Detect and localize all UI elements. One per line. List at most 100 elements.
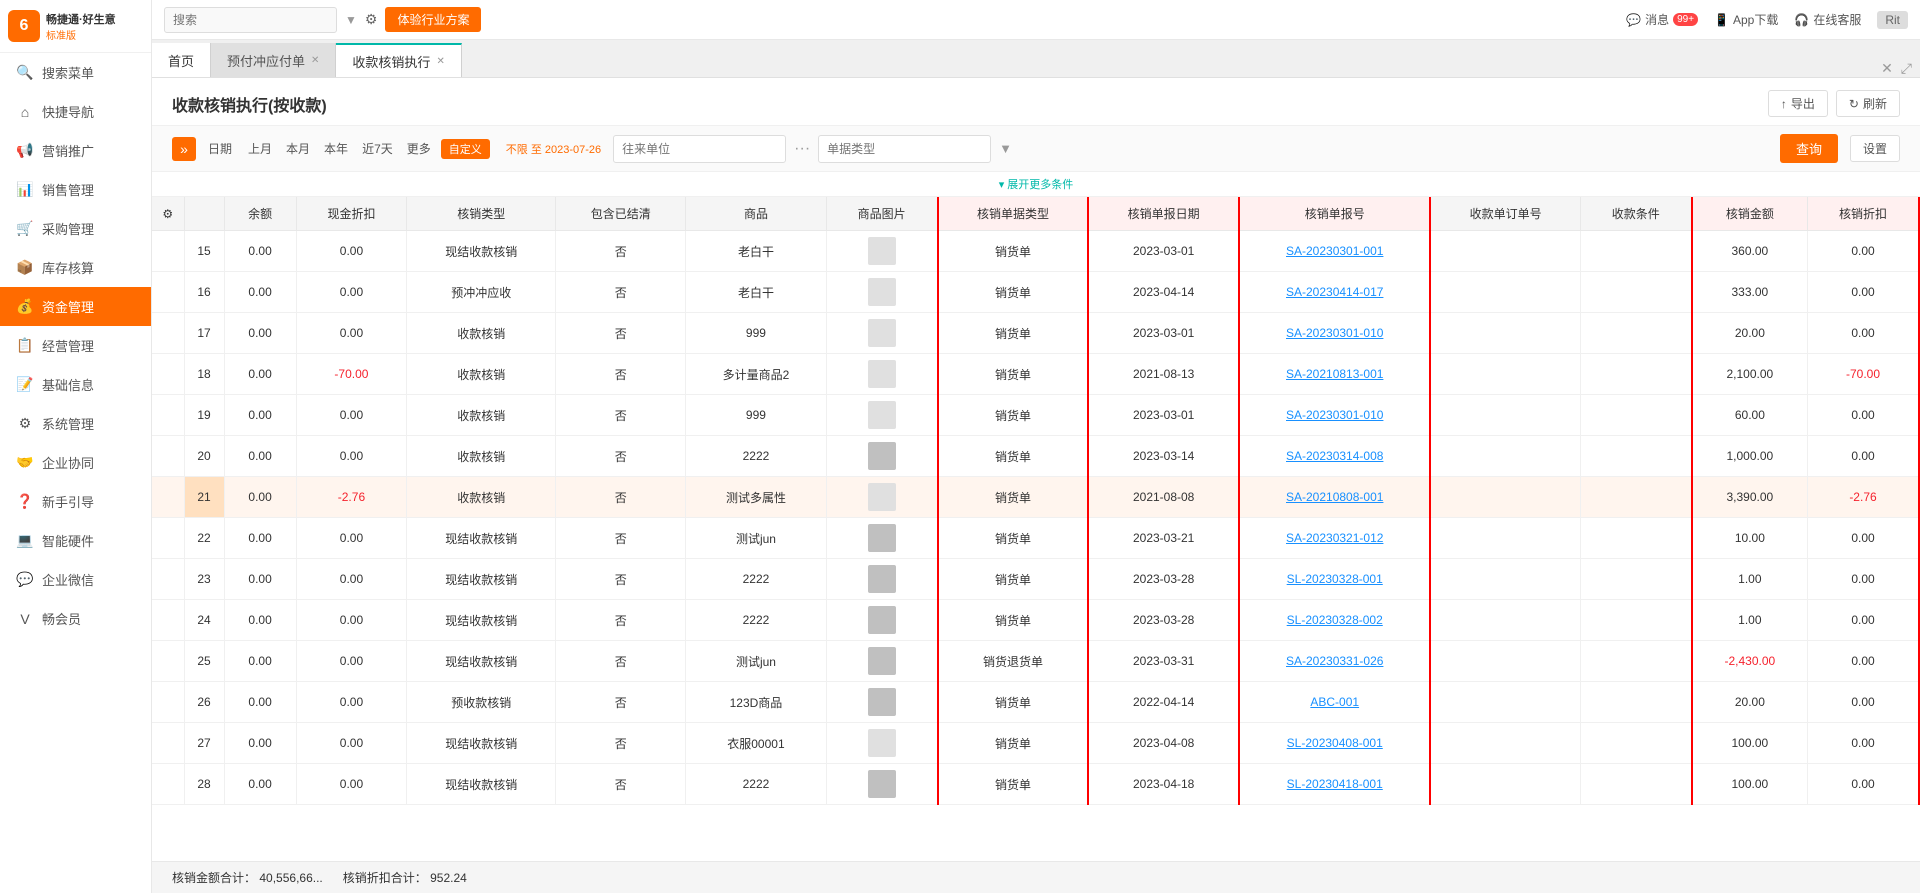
app-download-label: App下载 [1733,11,1778,28]
sidebar-item-member[interactable]: V畅会员 [0,599,151,638]
sidebar-item-inventory[interactable]: 📦库存核算 [0,248,151,287]
td-verify-bill-no[interactable]: SL-20230328-001 [1239,559,1430,600]
bill-no-link[interactable]: SA-20230301-010 [1286,408,1383,422]
tab-label-receipt: 收款核销执行 [352,52,430,71]
bill-no-link[interactable]: SL-20230328-001 [1287,572,1383,586]
bill-no-link[interactable]: ABC-001 [1310,695,1359,709]
sidebar-item-marketing[interactable]: 📢营销推广 [0,131,151,170]
user-avatar[interactable]: Rit [1877,11,1908,29]
tab-home[interactable]: 首页 [152,43,211,77]
bill-no-link[interactable]: SA-20210808-001 [1286,490,1383,504]
td-verify-bill-type: 销货单 [938,682,1089,723]
td-verify-bill-no[interactable]: SA-20230314-008 [1239,436,1430,477]
td-cash-discount: 0.00 [296,313,407,354]
tab-receipt[interactable]: 收款核销执行 ✕ [336,43,461,77]
bill-no-link[interactable]: SA-20230301-001 [1286,244,1383,258]
td-gear [152,723,184,764]
export-button[interactable]: ↑ 导出 [1768,90,1828,117]
top-bar-gear-icon[interactable]: ⚙ [365,11,378,28]
td-seq: 18 [184,354,224,395]
td-seq: 25 [184,641,224,682]
expand-tab-icon[interactable]: ⤢ [1901,60,1912,77]
app-download-item[interactable]: 📱 App下载 [1714,11,1778,28]
goods-image-thumb [868,401,896,429]
sidebar-item-enterprise[interactable]: 🤝企业协同 [0,443,151,482]
td-verify-bill-no[interactable]: SA-20210813-001 [1239,354,1430,395]
settings-button[interactable]: 设置 [1850,135,1900,162]
td-verify-bill-no[interactable]: SL-20230418-001 [1239,764,1430,805]
sidebar-item-basicinfo[interactable]: 📝基础信息 [0,365,151,404]
td-verify-bill-no[interactable]: SL-20230328-002 [1239,600,1430,641]
bill-no-link[interactable]: SA-20230301-010 [1286,326,1383,340]
sidebar-item-shortcut[interactable]: ⌂快捷导航 [0,92,151,131]
th-gear[interactable]: ⚙ [152,197,184,231]
td-goods: 测试jun [686,518,827,559]
dropdown-arrow-icon[interactable]: ▼ [345,13,357,27]
bill-no-link[interactable]: SL-20230408-001 [1287,736,1383,750]
date-last-month[interactable]: 上月 [244,138,276,159]
sidebar: 6 畅捷通·好生意 标准版 🔍搜索菜单⌂快捷导航📢营销推广📊销售管理🛒采购管理📦… [0,0,152,893]
td-verify-bill-no[interactable]: SA-20230321-012 [1239,518,1430,559]
message-item[interactable]: 💬 消息 99+ [1626,11,1698,28]
table-row: 28 0.00 0.00 现结收款核销 否 2222 销货单 2023-04-1… [152,764,1919,805]
td-verify-bill-date: 2023-04-14 [1088,272,1239,313]
td-verify-bill-no[interactable]: ABC-001 [1239,682,1430,723]
single-type-input[interactable] [818,135,991,163]
td-verify-bill-no[interactable]: SL-20230408-001 [1239,723,1430,764]
close-tab-icon[interactable]: ✕ [1881,60,1893,77]
bill-no-link[interactable]: SA-20210813-001 [1286,367,1383,381]
bill-no-link[interactable]: SL-20230328-002 [1287,613,1383,627]
table-header: ⚙ 余额 现金折扣 核销类型 包含已结清 商品 商品图片 核销单据类型 核销单报… [152,197,1919,231]
td-verify-discount: 0.00 [1807,723,1919,764]
sidebar-item-finance[interactable]: 💰资金管理 [0,287,151,326]
solution-button[interactable]: 体验行业方案 [385,7,481,32]
td-included-closed: 否 [556,354,686,395]
tab-close-receipt[interactable]: ✕ [436,56,444,67]
counterpart-more-icon[interactable]: ··· [794,140,810,158]
main-table: ⚙ 余额 现金折扣 核销类型 包含已结清 商品 商品图片 核销单据类型 核销单报… [152,197,1920,805]
refresh-button[interactable]: ↻ 刷新 [1836,90,1900,117]
sidebar-item-wechat[interactable]: 💬企业微信 [0,560,151,599]
sidebar-item-guide[interactable]: ❓新手引导 [0,482,151,521]
td-verify-discount: 0.00 [1807,436,1919,477]
td-verify-bill-no[interactable]: SA-20230301-001 [1239,231,1430,272]
tab-prepay[interactable]: 预付冲应付单✕ [211,43,336,77]
date-this-month[interactable]: 本月 [282,138,314,159]
support-item[interactable]: 🎧 在线客服 [1794,11,1861,28]
bill-no-link[interactable]: SA-20230314-008 [1286,449,1383,463]
td-receipt-order-no [1430,682,1580,723]
top-bar-search[interactable] [164,7,337,33]
filter-toggle-button[interactable]: » [172,137,196,161]
td-verify-bill-type: 销货单 [938,723,1089,764]
date-7days[interactable]: 近7天 [358,138,397,159]
td-goods-image [826,518,937,559]
counterpart-input[interactable] [613,135,786,163]
sidebar-item-operations[interactable]: 📋经营管理 [0,326,151,365]
query-button[interactable]: 查询 [1780,134,1838,163]
bill-no-link[interactable]: SA-20230414-017 [1286,285,1383,299]
date-this-year[interactable]: 本年 [320,138,352,159]
sidebar-item-search[interactable]: 🔍搜索菜单 [0,53,151,92]
bill-no-link[interactable]: SL-20230418-001 [1287,777,1383,791]
expand-conditions-btn[interactable]: ▾ 展开更多条件 [999,179,1074,191]
td-verify-bill-no[interactable]: SA-20230414-017 [1239,272,1430,313]
sidebar-item-system[interactable]: ⚙系统管理 [0,404,151,443]
bill-no-link[interactable]: SA-20230321-012 [1286,531,1383,545]
td-verify-bill-no[interactable]: SA-20210808-001 [1239,477,1430,518]
td-goods-image [826,395,937,436]
td-verify-bill-no[interactable]: SA-20230301-010 [1239,313,1430,354]
td-verify-amount: 1,000.00 [1692,436,1808,477]
td-verify-bill-type: 销货单 [938,559,1089,600]
date-more[interactable]: 更多 [403,138,435,159]
bill-no-link[interactable]: SA-20230331-026 [1286,654,1383,668]
td-verify-bill-no[interactable]: SA-20230331-026 [1239,641,1430,682]
date-custom[interactable]: 自定义 [441,139,490,159]
sidebar-item-hardware[interactable]: 💻智能硬件 [0,521,151,560]
single-type-dropdown-icon[interactable]: ▼ [999,141,1012,156]
sidebar-item-sales[interactable]: 📊销售管理 [0,170,151,209]
tab-close-prepay[interactable]: ✕ [311,55,319,66]
td-verify-bill-no[interactable]: SA-20230301-010 [1239,395,1430,436]
td-verify-discount: 0.00 [1807,641,1919,682]
sidebar-item-purchase[interactable]: 🛒采购管理 [0,209,151,248]
td-receipt-order-no [1430,313,1580,354]
